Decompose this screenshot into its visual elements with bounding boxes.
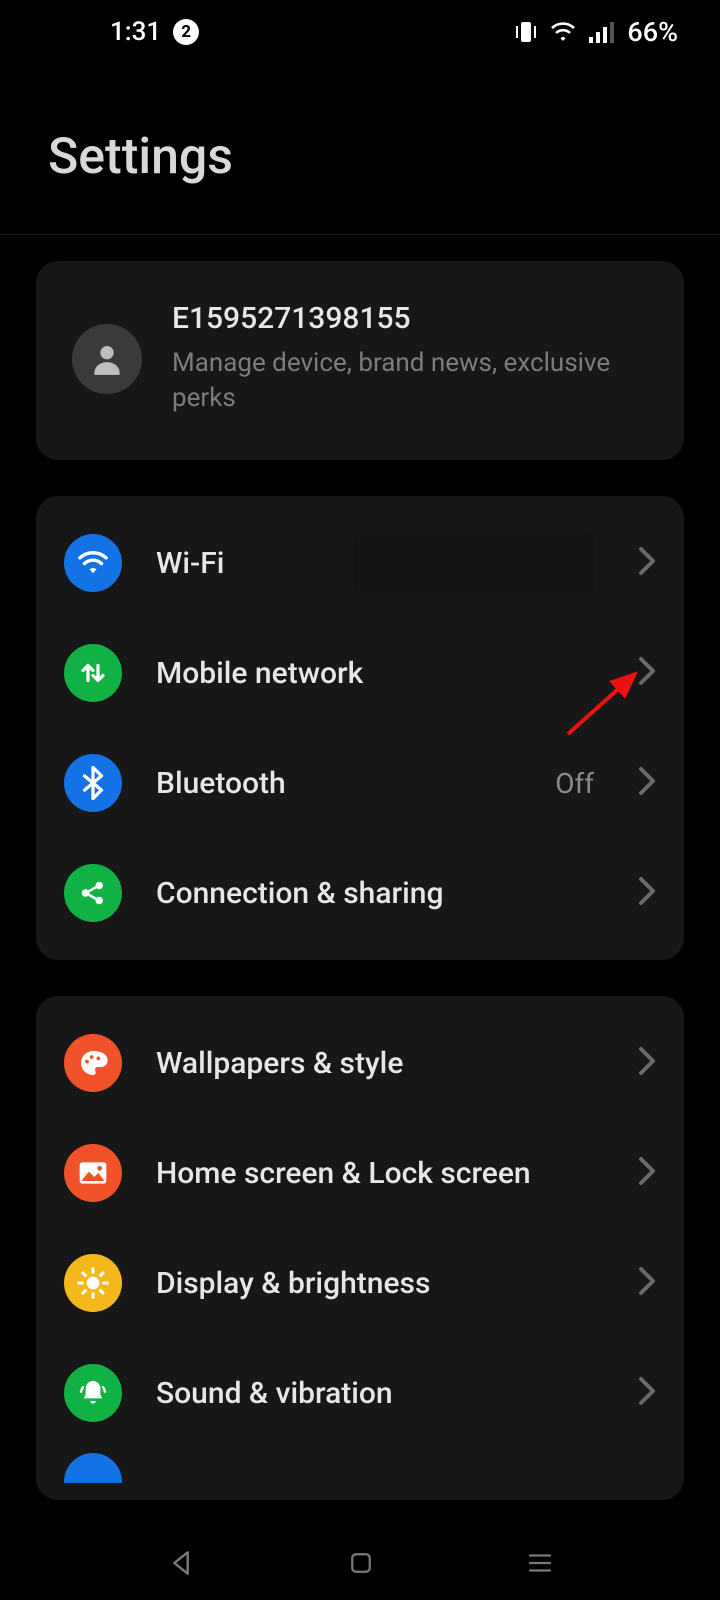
avatar [72,324,142,394]
chevron-right-icon [638,876,656,910]
chevron-right-icon [638,1376,656,1410]
settings-row-connection-sharing[interactable]: Connection & sharing [36,838,684,948]
row-label: Bluetooth [156,766,521,801]
status-time: 1:31 [110,17,161,47]
account-card[interactable]: E1595271398155 Manage device, brand news… [36,261,684,460]
signal-icon [589,21,615,43]
wifi-icon [549,21,577,43]
connectivity-card: Wi-Fi Mobile network Bluetooth Off Conne… [36,496,684,960]
account-name: E1595271398155 [172,301,648,336]
account-subtitle: Manage device, brand news, exclusive per… [172,346,648,416]
mobile-data-icon [64,644,122,702]
personalization-card: Wallpapers & style Home screen & Lock sc… [36,996,684,1500]
status-bar: 1:31 2 66% [0,0,720,64]
settings-row-sound[interactable]: Sound & vibration [36,1338,684,1448]
navigation-bar [0,1526,720,1600]
image-icon [64,1144,122,1202]
status-right: 66% [515,16,678,48]
nav-back-button[interactable] [165,1547,197,1579]
wifi-icon [64,534,122,592]
chevron-right-icon [638,1266,656,1300]
settings-row-partial[interactable] [36,1448,684,1488]
brightness-icon [64,1254,122,1312]
vibrate-icon [515,20,537,44]
row-label: Sound & vibration [156,1376,604,1411]
settings-row-home-lock[interactable]: Home screen & Lock screen [36,1118,684,1228]
status-left: 1:31 2 [110,17,199,47]
palette-icon [64,1034,122,1092]
wifi-value-redacted [354,535,594,591]
divider [0,234,720,235]
settings-row-display[interactable]: Display & brightness [36,1228,684,1338]
row-label: Wi-Fi [156,546,320,581]
settings-row-mobile-network[interactable]: Mobile network [36,618,684,728]
nav-recent-button[interactable] [525,1550,555,1576]
row-label: Wallpapers & style [156,1046,604,1081]
page-title: Settings [0,64,720,234]
row-label: Connection & sharing [156,876,604,911]
chevron-right-icon [638,766,656,800]
partial-icon [64,1453,122,1483]
battery-text: 66% [627,16,678,48]
notification-count-badge: 2 [173,19,199,45]
bell-icon [64,1364,122,1422]
settings-row-bluetooth[interactable]: Bluetooth Off [36,728,684,838]
nav-home-button[interactable] [346,1548,376,1578]
row-label: Home screen & Lock screen [156,1156,604,1191]
settings-row-wifi[interactable]: Wi-Fi [36,508,684,618]
chevron-right-icon [638,1046,656,1080]
chevron-right-icon [638,546,656,580]
row-value: Off [555,767,594,800]
settings-row-wallpapers[interactable]: Wallpapers & style [36,1008,684,1118]
row-label: Mobile network [156,656,604,691]
bluetooth-icon [64,754,122,812]
chevron-right-icon [638,656,656,690]
chevron-right-icon [638,1156,656,1190]
share-icon [64,864,122,922]
row-label: Display & brightness [156,1266,604,1301]
account-text: E1595271398155 Manage device, brand news… [172,301,648,416]
